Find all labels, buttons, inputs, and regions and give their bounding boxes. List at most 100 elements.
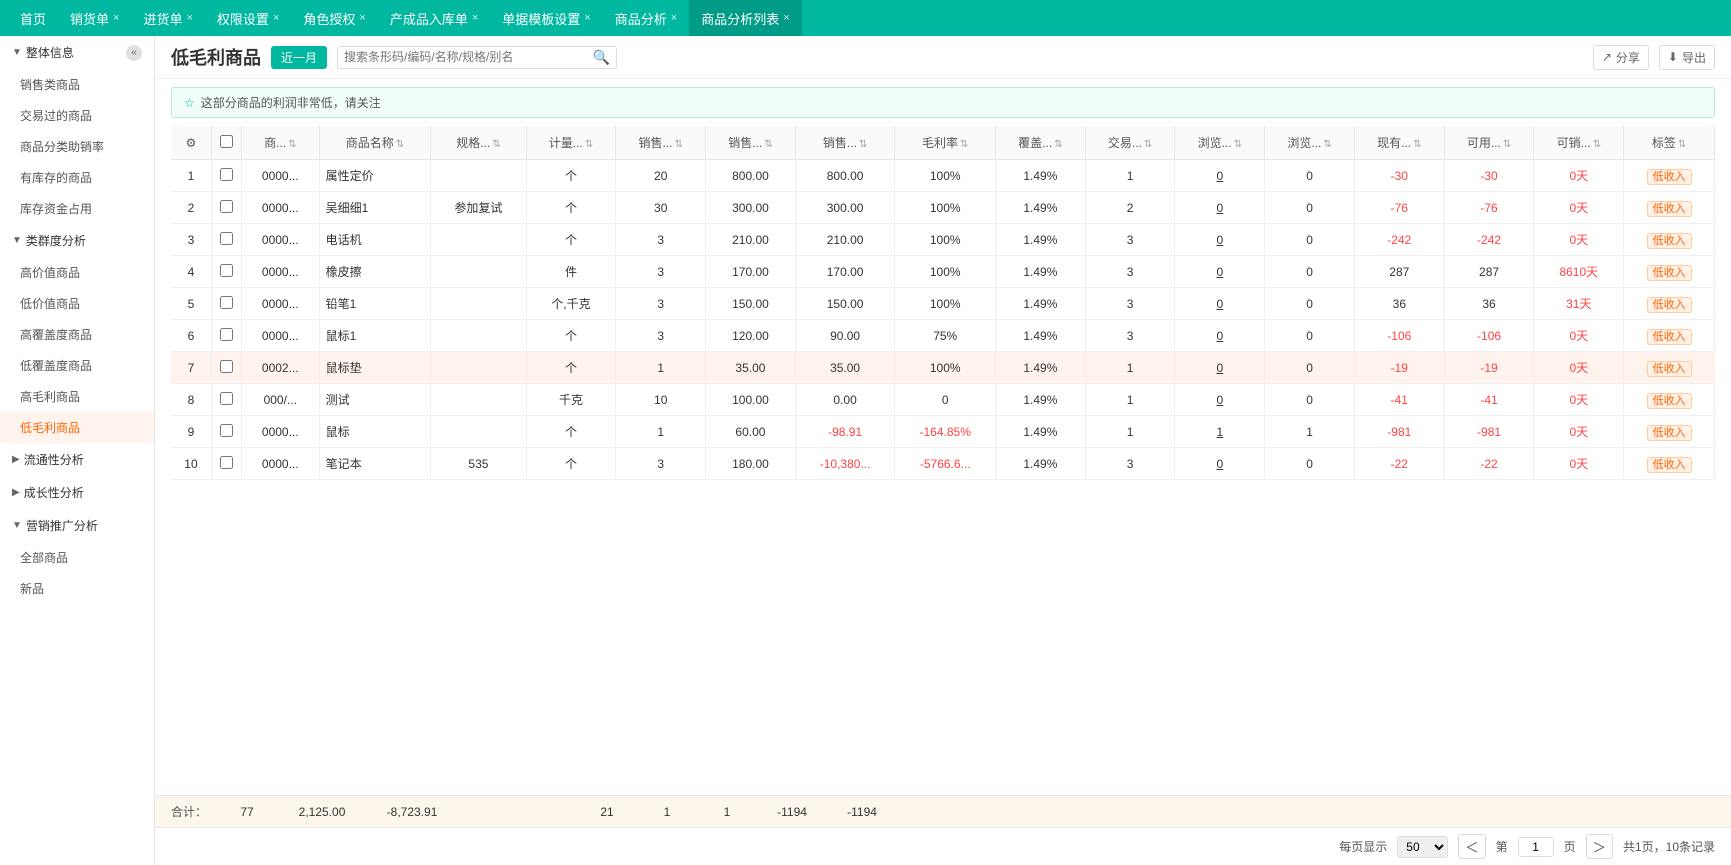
row-checkbox[interactable]	[211, 448, 241, 480]
row-sellable: 0天	[1534, 224, 1624, 256]
sidebar-item-stocked-goods[interactable]: 有库存的商品	[0, 162, 154, 193]
col-coverage[interactable]: 覆盖...⇅	[996, 126, 1086, 160]
row-browse1[interactable]: 1	[1175, 416, 1265, 448]
export-icon: ⬇	[1668, 50, 1678, 64]
close-icon[interactable]: ×	[584, 12, 590, 24]
col-available[interactable]: 可用...⇅	[1444, 126, 1534, 160]
share-button[interactable]: ↗ 分享	[1593, 45, 1649, 70]
sidebar-group-growth[interactable]: ▶ 成长性分析	[0, 476, 154, 509]
row-checkbox[interactable]	[211, 192, 241, 224]
sidebar-group-overall[interactable]: ▼ 整体信息 «	[0, 36, 154, 69]
close-icon[interactable]: ×	[359, 12, 365, 24]
search-icon[interactable]: 🔍	[593, 49, 610, 66]
row-browse1[interactable]: 0	[1175, 320, 1265, 352]
row-no: 10	[171, 448, 211, 480]
sidebar-item-new-goods[interactable]: 新品	[0, 573, 154, 604]
col-code[interactable]: 商...⇅	[241, 126, 319, 160]
row-browse1[interactable]: 0	[1175, 448, 1265, 480]
col-current-stock[interactable]: 现有...⇅	[1354, 126, 1444, 160]
sidebar-item-low-value[interactable]: 低价值商品	[0, 288, 154, 319]
nav-product-analysis[interactable]: 商品分析 ×	[603, 0, 689, 36]
row-browse1[interactable]: 0	[1175, 160, 1265, 192]
col-sales-qty[interactable]: 销售...⇅	[616, 126, 706, 160]
row-checkbox[interactable]	[211, 288, 241, 320]
row-spec	[431, 256, 526, 288]
next-page-button[interactable]: ＞	[1586, 834, 1613, 859]
row-checkbox[interactable]	[211, 256, 241, 288]
row-available: -19	[1444, 352, 1534, 384]
col-gross-rate[interactable]: 毛利率⇅	[895, 126, 996, 160]
row-current-stock: -242	[1354, 224, 1444, 256]
prev-page-button[interactable]: ＜	[1458, 834, 1485, 859]
close-icon[interactable]: ×	[783, 12, 789, 24]
row-checkbox[interactable]	[211, 352, 241, 384]
page-size-select[interactable]: 50 100 200	[1397, 836, 1448, 858]
export-button[interactable]: ⬇ 导出	[1659, 45, 1715, 70]
sidebar-item-high-coverage[interactable]: 高覆盖度商品	[0, 319, 154, 350]
close-icon[interactable]: ×	[671, 12, 677, 24]
nav-product-analysis-list[interactable]: 商品分析列表 ×	[689, 0, 801, 36]
row-checkbox[interactable]	[211, 384, 241, 416]
sidebar-item-traded-goods[interactable]: 交易过的商品	[0, 100, 154, 131]
row-checkbox[interactable]	[211, 416, 241, 448]
col-spec[interactable]: 规格...⇅	[431, 126, 526, 160]
row-checkbox[interactable]	[211, 160, 241, 192]
arrow-icon: ▶	[12, 454, 20, 465]
row-browse1[interactable]: 0	[1175, 352, 1265, 384]
row-browse1[interactable]: 0	[1175, 256, 1265, 288]
sidebar-item-all-goods[interactable]: 全部商品	[0, 542, 154, 573]
row-available: -41	[1444, 384, 1534, 416]
select-all-checkbox[interactable]	[220, 135, 233, 148]
row-checkbox[interactable]	[211, 224, 241, 256]
nav-purchase[interactable]: 进货单 ×	[131, 0, 204, 36]
nav-permission[interactable]: 权限设置 ×	[205, 0, 291, 36]
sidebar-item-low-coverage[interactable]: 低覆盖度商品	[0, 350, 154, 381]
collapse-btn[interactable]: «	[126, 45, 142, 61]
sidebar-item-high-margin[interactable]: 高毛利商品	[0, 381, 154, 412]
close-icon[interactable]: ×	[113, 12, 119, 24]
row-browse1[interactable]: 0	[1175, 288, 1265, 320]
col-name[interactable]: 商品名称⇅	[319, 126, 431, 160]
row-available: 36	[1444, 288, 1534, 320]
sidebar: ▼ 整体信息 « 销售类商品 交易过的商品 商品分类助销率 有库存的商品 库存资…	[0, 36, 155, 865]
sidebar-item-category-rate[interactable]: 商品分类助销率	[0, 131, 154, 162]
col-sales-profit[interactable]: 销售...⇅	[795, 126, 895, 160]
col-tag[interactable]: 标签⇅	[1624, 126, 1715, 160]
close-icon[interactable]: ×	[273, 12, 279, 24]
close-icon[interactable]: ×	[186, 12, 192, 24]
row-sales-price: 35.00	[706, 352, 796, 384]
row-sales-profit: -98.91	[795, 416, 895, 448]
sidebar-group-cluster[interactable]: ▼ 类群度分析	[0, 224, 154, 257]
sidebar-item-low-margin[interactable]: 低毛利商品	[0, 412, 154, 443]
row-browse1[interactable]: 0	[1175, 224, 1265, 256]
col-browse1[interactable]: 浏览...⇅	[1175, 126, 1265, 160]
row-trade: 3	[1085, 288, 1175, 320]
row-sales-qty: 10	[616, 384, 706, 416]
col-sellable[interactable]: 可销...⇅	[1534, 126, 1624, 160]
row-spec	[431, 224, 526, 256]
close-icon[interactable]: ×	[472, 12, 478, 24]
row-spec	[431, 384, 526, 416]
col-trade[interactable]: 交易...⇅	[1085, 126, 1175, 160]
search-input[interactable]	[344, 50, 593, 64]
col-settings[interactable]: ⚙	[171, 126, 211, 160]
sidebar-item-high-value[interactable]: 高价值商品	[0, 257, 154, 288]
nav-template[interactable]: 单据模板设置 ×	[490, 0, 602, 36]
col-sales-price[interactable]: 销售...⇅	[706, 126, 796, 160]
row-browse1[interactable]: 0	[1175, 192, 1265, 224]
nav-role[interactable]: 角色授权 ×	[291, 0, 377, 36]
sidebar-item-sales-goods[interactable]: 销售类商品	[0, 69, 154, 100]
filter-button[interactable]: 近一月	[271, 46, 327, 69]
nav-product-in[interactable]: 产成品入库单 ×	[378, 0, 490, 36]
current-page-input[interactable]	[1518, 837, 1554, 857]
sidebar-group-marketing[interactable]: ▼ 营销推广分析	[0, 509, 154, 542]
nav-sales[interactable]: 销货单 ×	[58, 0, 131, 36]
sidebar-group-circulation[interactable]: ▶ 流通性分析	[0, 443, 154, 476]
row-browse1[interactable]: 0	[1175, 384, 1265, 416]
nav-home[interactable]: 首页	[8, 0, 58, 36]
col-unit[interactable]: 计量...⇅	[526, 126, 616, 160]
col-browse2[interactable]: 浏览...⇅	[1265, 126, 1355, 160]
sidebar-item-inventory-fund[interactable]: 库存资金占用	[0, 193, 154, 224]
row-checkbox[interactable]	[211, 320, 241, 352]
row-no: 4	[171, 256, 211, 288]
